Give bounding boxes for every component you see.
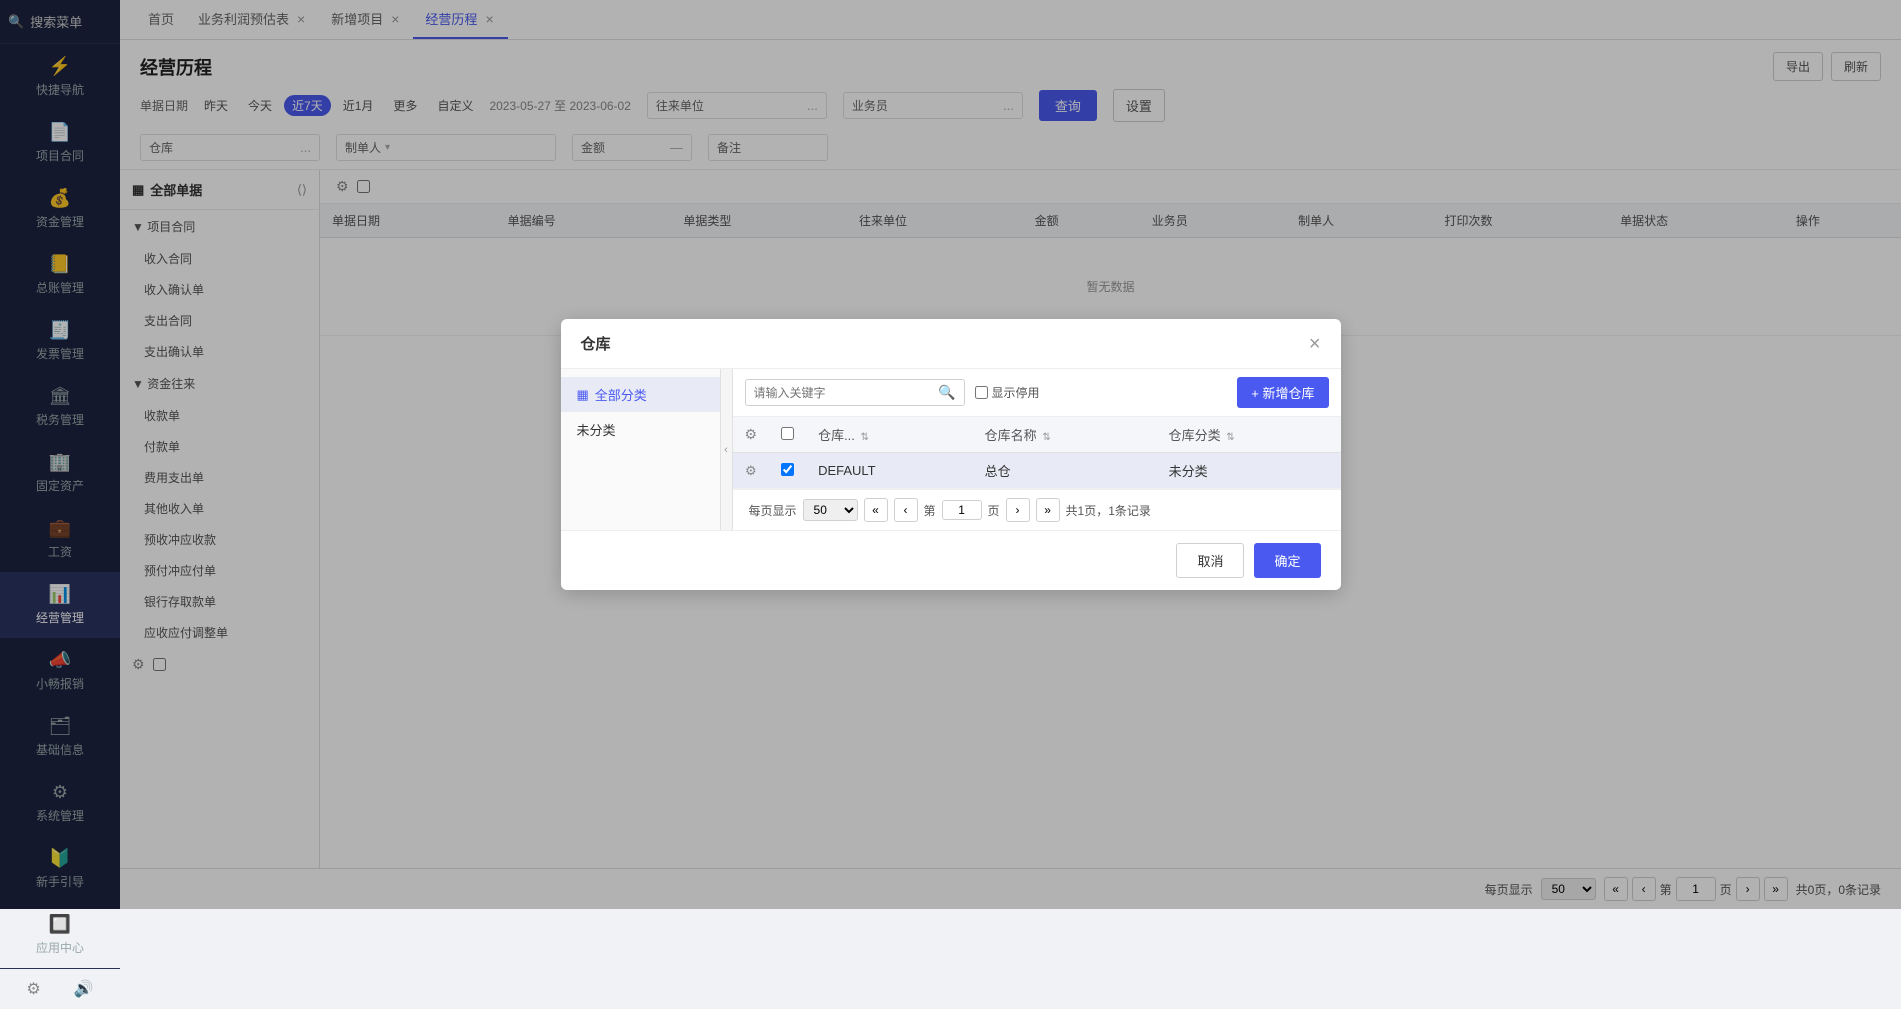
sidebar-bottom: ⚙ 🔊 (0, 968, 120, 1009)
modal-page-size-select[interactable]: 50 100 (803, 499, 858, 521)
modal-page-label: 页 (988, 502, 1000, 519)
modal-sidebar-all-label: 全部分类 (595, 385, 647, 404)
modal-search-box[interactable]: 🔍 (745, 379, 965, 406)
show-disabled-checkbox[interactable] (975, 386, 988, 399)
row-checkbox-cell (769, 453, 806, 489)
modal-search-icon: 🔍 (938, 384, 955, 401)
modal-first-btn[interactable]: « (864, 498, 888, 522)
modal-sidebar-all[interactable]: ▦ 全部分类 (561, 377, 720, 412)
sidebar-item-label: 应用中心 (36, 939, 84, 956)
modal-title: 仓库 (581, 333, 611, 354)
modal-actions: 取消 确定 (561, 530, 1341, 590)
modal-search-input[interactable] (754, 386, 933, 400)
row-category: 未分类 (1169, 464, 1208, 479)
sort-icon2: ⇅ (1042, 432, 1050, 443)
table-gear-icon[interactable]: ⚙ (745, 426, 758, 442)
modal-total-label: 共1页，1条记录 (1066, 502, 1151, 519)
modal-content: 🔍 显示停用 + 新增仓库 ⚙ (733, 369, 1341, 530)
modal-prev-btn[interactable]: ‹ (894, 498, 918, 522)
row-code: DEFAULT (818, 463, 876, 478)
add-warehouse-button[interactable]: + 新增仓库 (1237, 377, 1328, 408)
modal-sidebar-uncategorized-label: 未分类 (577, 420, 616, 439)
show-disabled-label[interactable]: 显示停用 (975, 384, 1040, 401)
table-row[interactable]: ⚙ DEFAULT 总仓 未分类 (733, 453, 1341, 489)
row-checkbox[interactable] (781, 463, 794, 476)
col-warehouse-name-header: 仓库名称 ⇅ (973, 417, 1157, 453)
modal-page-label-pre: 第 (924, 502, 936, 519)
col-warehouse-category-header: 仓库分类 ⇅ (1157, 417, 1341, 453)
cancel-button[interactable]: 取消 (1176, 543, 1244, 578)
modal-toolbar: 🔍 显示停用 + 新增仓库 (733, 369, 1341, 417)
volume-icon[interactable]: 🔊 (74, 979, 94, 999)
modal-body: ▦ 全部分类 未分类 ‹ 🔍 (561, 369, 1341, 530)
modal-next-btn[interactable]: › (1006, 498, 1030, 522)
all-categories-icon: ▦ (577, 387, 589, 403)
settings-icon[interactable]: ⚙ (26, 979, 40, 999)
modal-page-size-label: 每页显示 (749, 502, 797, 519)
show-disabled-text: 显示停用 (992, 384, 1040, 401)
modal-toolbar-left: 🔍 显示停用 (745, 379, 1040, 406)
col-header-label: 仓库名称 (985, 428, 1037, 443)
col-header-label: 仓库... (818, 428, 855, 443)
app-center-icon: 🔲 (49, 914, 71, 935)
row-name-cell: 总仓 (973, 453, 1157, 489)
row-gear-icon: ⚙ (745, 463, 757, 478)
modal-overlay: 仓库 × ▦ 全部分类 未分类 ‹ (0, 0, 1901, 909)
warehouse-modal: 仓库 × ▦ 全部分类 未分类 ‹ (561, 319, 1341, 590)
confirm-button[interactable]: 确定 (1254, 543, 1320, 578)
modal-close-button[interactable]: × (1309, 334, 1321, 354)
modal-table: ⚙ 仓库... ⇅ 仓库名称 (733, 417, 1341, 489)
modal-last-btn[interactable]: » (1036, 498, 1060, 522)
modal-pagination: 每页显示 50 100 « ‹ 第 页 › » 共1页，1条记录 (749, 498, 1151, 522)
modal-sidebar: ▦ 全部分类 未分类 (561, 369, 721, 530)
collapse-icon: ‹ (724, 444, 728, 456)
modal-page-input[interactable] (942, 500, 982, 520)
row-name: 总仓 (985, 464, 1011, 479)
row-code-cell: DEFAULT (806, 453, 973, 489)
modal-footer-bar: 每页显示 50 100 « ‹ 第 页 › » 共1页，1条记录 (733, 489, 1341, 530)
col-warehouse-code-header: 仓库... ⇅ (806, 417, 973, 453)
modal-sidebar-uncategorized[interactable]: 未分类 (561, 412, 720, 447)
row-category-cell: 未分类 (1157, 453, 1341, 489)
modal-header: 仓库 × (561, 319, 1341, 369)
col-settings-header: ⚙ (733, 417, 770, 453)
modal-table-select-all[interactable] (781, 427, 794, 440)
col-header-label: 仓库分类 (1169, 428, 1221, 443)
sidebar-collapse-divider[interactable]: ‹ (721, 369, 733, 530)
col-checkbox-header (769, 417, 806, 453)
sidebar-item-app-center[interactable]: 🔲 应用中心 (0, 902, 120, 968)
sort-icon: ⇅ (861, 432, 869, 443)
sort-icon3: ⇅ (1226, 432, 1234, 443)
row-settings-cell: ⚙ (733, 453, 770, 489)
